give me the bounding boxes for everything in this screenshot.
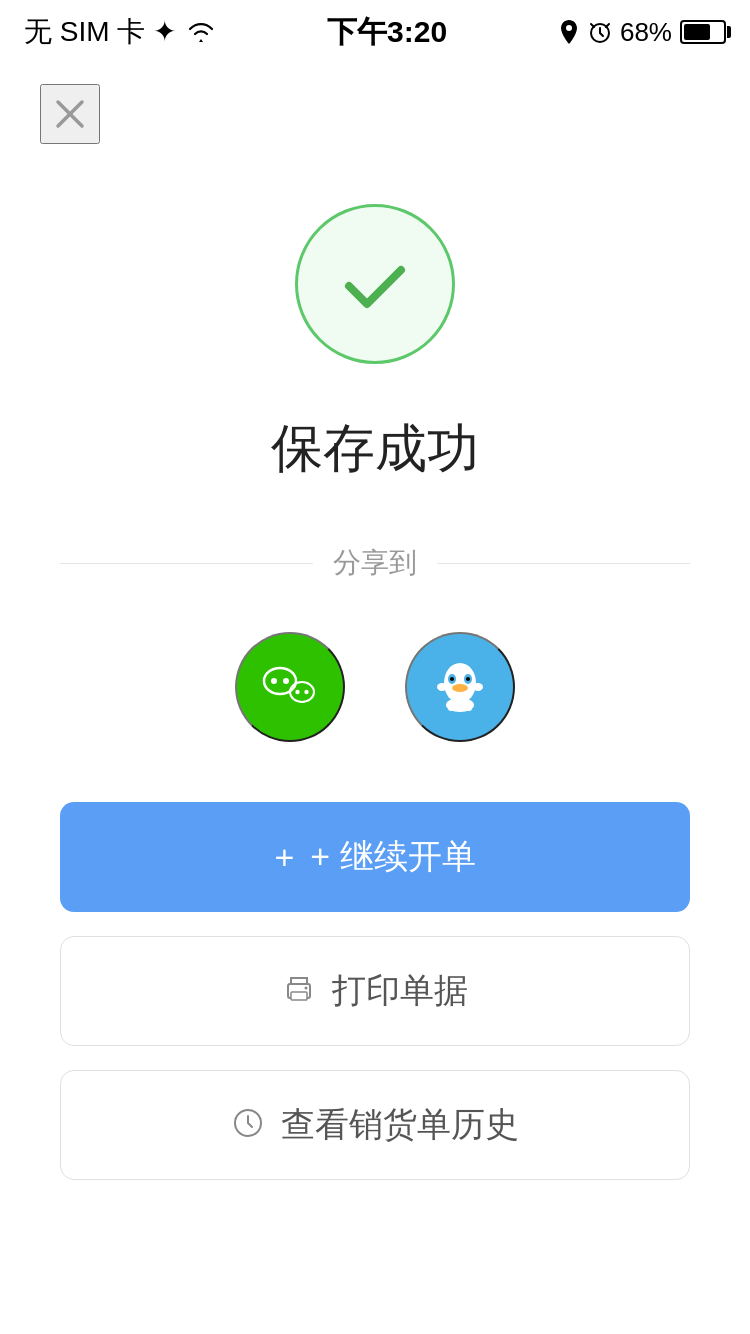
wifi-icon: [186, 21, 216, 43]
svg-point-13: [466, 677, 470, 681]
qq-icon: [428, 653, 492, 721]
share-label: 分享到: [333, 544, 417, 582]
print-label: 打印单据: [332, 968, 468, 1014]
svg-rect-21: [291, 992, 307, 1000]
no-sim-label: 无 SIM 卡 ✦: [24, 13, 176, 51]
svg-point-22: [305, 986, 308, 989]
print-button[interactable]: 打印单据: [60, 936, 690, 1046]
status-bar: 无 SIM 卡 ✦ 下午3:20 68%: [0, 0, 750, 64]
svg-point-15: [437, 683, 447, 691]
status-left: 无 SIM 卡 ✦: [24, 13, 216, 51]
checkmark-icon: [335, 244, 415, 324]
battery-icon: [680, 20, 726, 44]
close-button[interactable]: [40, 84, 100, 144]
svg-point-12: [450, 677, 454, 681]
history-icon: [231, 1106, 265, 1145]
svg-point-4: [271, 678, 277, 684]
svg-point-14: [452, 684, 468, 692]
svg-rect-18: [448, 701, 454, 711]
plus-icon: +: [274, 840, 294, 874]
status-time: 下午3:20: [327, 12, 447, 53]
location-icon: [558, 19, 580, 45]
wechat-icon: [258, 655, 322, 719]
svg-point-16: [473, 683, 483, 691]
wechat-share-button[interactable]: [235, 632, 345, 742]
success-title: 保存成功: [271, 414, 479, 484]
alarm-icon: [588, 19, 612, 45]
share-icons: [60, 632, 690, 742]
svg-rect-19: [466, 701, 472, 711]
status-right: 68%: [558, 17, 726, 48]
main-content: 保存成功 分享到: [0, 164, 750, 1334]
svg-point-8: [304, 690, 308, 694]
history-button[interactable]: 查看销货单历史: [60, 1070, 690, 1180]
qq-share-button[interactable]: [405, 632, 515, 742]
continue-order-label: + 继续开单: [310, 834, 475, 880]
svg-point-6: [290, 682, 314, 702]
close-area: [0, 64, 750, 164]
share-section: 分享到: [60, 544, 690, 742]
share-divider: 分享到: [60, 544, 690, 582]
battery-fill: [684, 24, 710, 40]
battery-percent: 68%: [620, 17, 672, 48]
svg-point-9: [444, 663, 476, 703]
history-label: 查看销货单历史: [281, 1102, 519, 1148]
action-buttons: + + 继续开单 打印单据 查看销货单历史: [60, 802, 690, 1180]
printer-icon: [282, 972, 316, 1011]
success-icon-circle: [295, 204, 455, 364]
svg-point-5: [283, 678, 289, 684]
continue-order-button[interactable]: + + 继续开单: [60, 802, 690, 912]
svg-point-7: [295, 690, 299, 694]
